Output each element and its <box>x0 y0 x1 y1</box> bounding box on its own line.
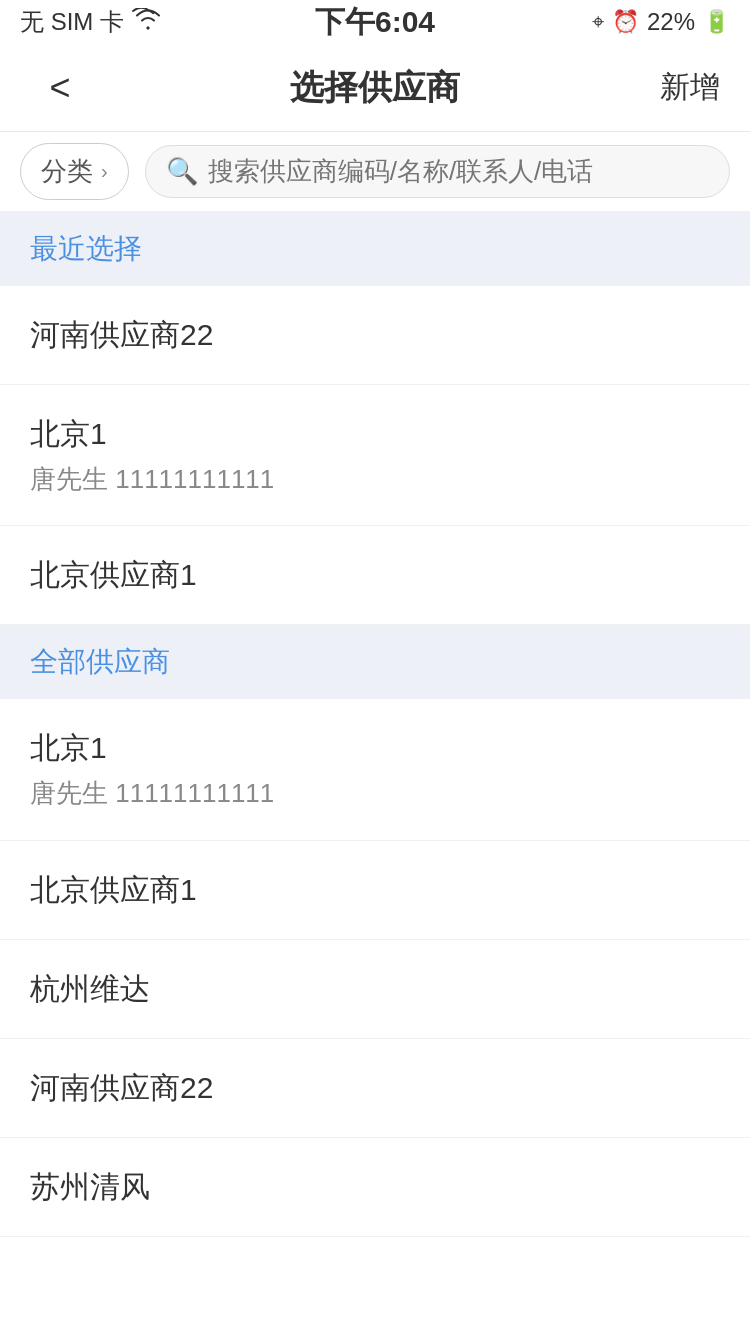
location-icon: ⌖ <box>592 9 604 35</box>
all-section-header: 全部供应商 <box>0 625 750 699</box>
status-right: ⌖ ⏰ 22% 🔋 <box>592 8 730 36</box>
supplier-contact: 唐先生 11111111111 <box>30 461 720 497</box>
supplier-name: 北京1 <box>30 413 720 455</box>
supplier-contact: 唐先生 11111111111 <box>30 775 720 811</box>
nav-bar: < 选择供应商 新增 <box>0 44 750 132</box>
page-title: 选择供应商 <box>290 65 460 111</box>
all-list: 北京1 唐先生 11111111111 北京供应商1 杭州维达河南供应商22 苏州清风 <box>0 699 750 1236</box>
wifi-icon <box>132 8 164 36</box>
list-item[interactable]: 河南供应商22 <box>0 286 750 385</box>
category-filter[interactable]: 分类 › <box>20 143 129 200</box>
search-input[interactable] <box>208 156 709 187</box>
battery-text: 22% <box>647 8 695 36</box>
recent-section-header: 最近选择 <box>0 212 750 286</box>
list-item[interactable]: 北京供应商1 <box>0 526 750 625</box>
status-bar: 无 SIM 卡 下午6:04 ⌖ ⏰ 22% 🔋 <box>0 0 750 44</box>
search-icon: 🔍 <box>166 156 198 187</box>
filter-bar: 分类 › 🔍 <box>0 132 750 212</box>
supplier-name: 河南供应商22 <box>30 314 720 356</box>
back-button[interactable]: < <box>30 58 90 118</box>
list-item[interactable]: 北京1 唐先生 11111111111 <box>0 385 750 526</box>
supplier-name: 北京1 <box>30 727 720 769</box>
list-item[interactable]: 河南供应商22 <box>0 1039 750 1138</box>
list-item[interactable]: 北京供应商1 <box>0 841 750 940</box>
supplier-name: 杭州维达 <box>30 968 720 1010</box>
alarm-icon: ⏰ <box>612 9 639 35</box>
add-button[interactable]: 新增 <box>660 67 720 108</box>
list-item[interactable]: 苏州清风 <box>0 1138 750 1237</box>
supplier-name: 北京供应商1 <box>30 869 720 911</box>
search-box[interactable]: 🔍 <box>145 145 730 198</box>
category-label: 分类 <box>41 154 93 189</box>
carrier-text: 无 SIM 卡 <box>20 6 124 38</box>
supplier-name: 苏州清风 <box>30 1166 720 1208</box>
list-item[interactable]: 杭州维达 <box>0 940 750 1039</box>
supplier-name: 北京供应商1 <box>30 554 720 596</box>
status-time: 下午6:04 <box>315 2 435 43</box>
chevron-right-icon: › <box>101 160 108 183</box>
list-item[interactable]: 北京1 唐先生 11111111111 <box>0 699 750 840</box>
battery-icon: 🔋 <box>703 9 730 35</box>
recent-list: 河南供应商22 北京1 唐先生 11111111111 北京供应商1 <box>0 286 750 625</box>
supplier-name: 河南供应商22 <box>30 1067 720 1109</box>
status-left: 无 SIM 卡 <box>20 6 164 38</box>
